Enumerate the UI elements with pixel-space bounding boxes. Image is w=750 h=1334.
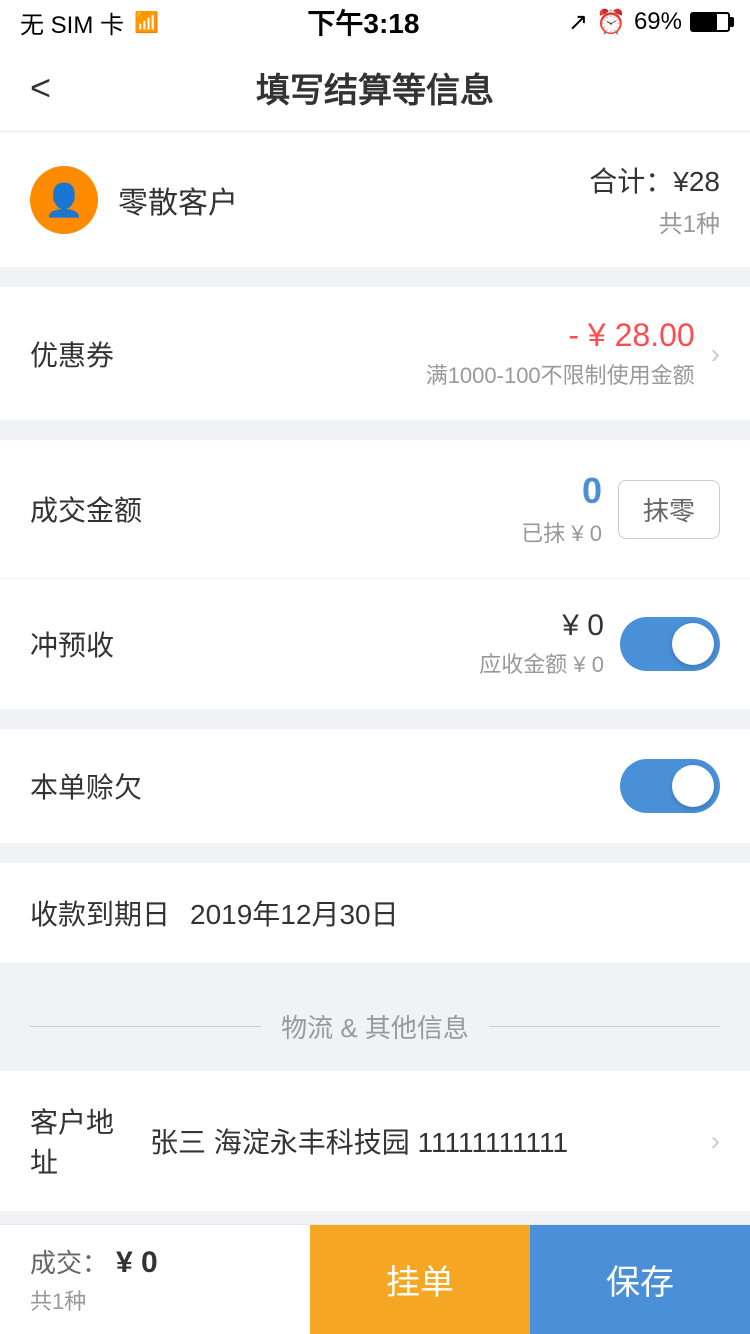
customer-avatar: 👤 (30, 166, 98, 234)
coupon-right: - ¥ 28.00 满1000-100不限制使用金额 › (426, 317, 720, 390)
pre-sub-value: 应收金额 ¥ 0 (479, 647, 604, 679)
battery-percent: 69% (634, 8, 682, 36)
bottom-info: 成交： ¥ 0 共1种 (0, 1243, 310, 1316)
wifi-icon: 📶 (134, 10, 159, 35)
coupon-value-container: - ¥ 28.00 满1000-100不限制使用金额 (426, 317, 695, 390)
bottom-count: 共1种 (30, 1284, 280, 1316)
bottom-bar: 成交： ¥ 0 共1种 挂单 保存 (0, 1224, 750, 1334)
pre-receipt-row: 冲预收 ¥ 0 应收金额 ¥ 0 (0, 579, 750, 709)
pre-value-container: ¥ 0 应收金额 ¥ 0 (479, 609, 604, 679)
debt-label: 本单赊欠 (30, 766, 142, 806)
debt-section: 本单赊欠 (0, 729, 750, 843)
coupon-row[interactable]: 优惠券 - ¥ 28.00 满1000-100不限制使用金额 › (0, 287, 750, 420)
bottom-deal-label: 成交： (30, 1243, 108, 1280)
round-zero-button[interactable]: 抹零 (618, 480, 720, 539)
status-bar: 无 SIM 卡 📶 下午3:18 ↗ ⏰ 69% (0, 0, 750, 44)
coupon-label: 优惠券 (30, 334, 114, 374)
address-label: 客户地址 (30, 1101, 130, 1181)
bottom-deal-value: ¥ 0 (116, 1246, 158, 1280)
due-date-value: 2019年12月30日 (190, 893, 399, 933)
back-button[interactable]: < (30, 67, 51, 109)
logistics-header: 物流 & 其他信息 (0, 984, 750, 1069)
logistics-title: 物流 & 其他信息 (261, 1008, 489, 1045)
deal-section: 成交金额 0 已抹 ¥ 0 抹零 冲预收 ¥ 0 应收金额 ¥ 0 (0, 440, 750, 709)
due-date-label: 收款到期日 (30, 893, 170, 933)
coupon-amount: - ¥ 28.00 (426, 317, 695, 354)
pre-receipt-right: ¥ 0 应收金额 ¥ 0 (479, 609, 720, 679)
deal-amount-sub: 已抹 ¥ 0 (521, 516, 602, 548)
customer-right: 合计：¥28 共1种 (589, 160, 720, 239)
debt-toggle[interactable] (620, 759, 720, 813)
hang-order-button[interactable]: 挂单 (310, 1225, 530, 1334)
customer-section: 👤 零散客户 合计：¥28 共1种 (0, 132, 750, 267)
pre-receipt-label: 冲预收 (30, 624, 114, 664)
logistics-section: 物流 & 其他信息 客户地址 张三 海淀永丰科技园 11111111111 › (0, 984, 750, 1211)
coupon-desc: 满1000-100不限制使用金额 (426, 358, 695, 390)
deal-amount-row: 成交金额 0 已抹 ¥ 0 抹零 (0, 440, 750, 579)
content: 👤 零散客户 合计：¥28 共1种 优惠券 - ¥ 28.00 满1000-10… (0, 132, 750, 1331)
deal-amount-value: 0 (521, 470, 602, 512)
alarm-icon: ⏰ (596, 8, 626, 37)
pre-receipt-toggle[interactable] (620, 617, 720, 671)
battery-icon (690, 12, 730, 32)
nav-bar: < 填写结算等信息 (0, 44, 750, 132)
status-right: ↗ ⏰ 69% (568, 8, 730, 37)
customer-name: 零散客户 (118, 178, 238, 222)
status-left: 无 SIM 卡 📶 (20, 5, 159, 40)
status-time: 下午3:18 (307, 2, 419, 42)
deal-amount-value-container: 0 已抹 ¥ 0 (521, 470, 602, 548)
deal-amount-label: 成交金额 (30, 489, 142, 529)
save-button[interactable]: 保存 (530, 1225, 750, 1334)
customer-count: 共1种 (589, 204, 720, 239)
coupon-section[interactable]: 优惠券 - ¥ 28.00 满1000-100不限制使用金额 › (0, 287, 750, 420)
carrier-label: 无 SIM 卡 (20, 5, 124, 40)
deal-amount-right: 0 已抹 ¥ 0 抹零 (521, 470, 720, 548)
due-date-row[interactable]: 收款到期日 2019年12月30日 (0, 863, 750, 964)
address-value: 张三 海淀永丰科技园 11111111111 (150, 1121, 691, 1161)
address-row[interactable]: 客户地址 张三 海淀永丰科技园 11111111111 › (0, 1071, 750, 1211)
address-chevron-icon: › (711, 1125, 720, 1157)
customer-left: 👤 零散客户 (30, 166, 238, 234)
customer-total: 合计：¥28 (589, 160, 720, 200)
coupon-chevron-icon: › (711, 338, 720, 370)
pre-main-value: ¥ 0 (479, 609, 604, 643)
location-icon: ↗ (568, 8, 588, 37)
page-title: 填写结算等信息 (256, 63, 494, 112)
avatar-icon: 👤 (44, 181, 84, 219)
